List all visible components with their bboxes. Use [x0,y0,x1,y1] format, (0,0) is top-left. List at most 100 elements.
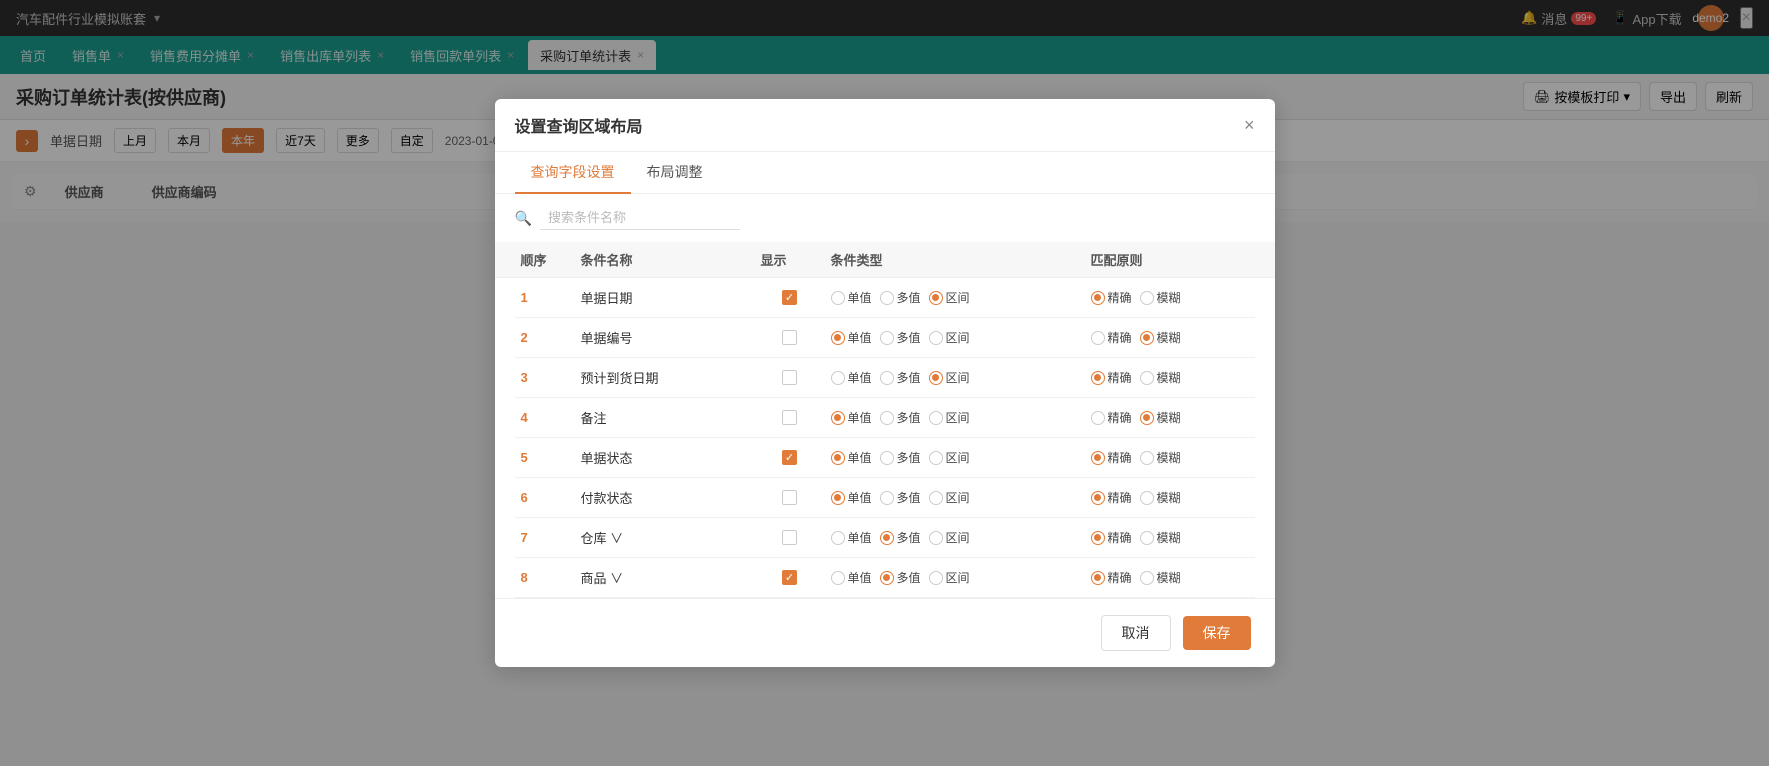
type-radio-item[interactable]: 区间 [929,569,970,586]
display-checkbox[interactable] [782,410,797,425]
match-radio-item[interactable]: 精确 [1091,369,1132,386]
match-radio-item[interactable]: 精确 [1091,329,1132,346]
radio-circle[interactable] [880,331,894,345]
radio-circle[interactable] [929,571,943,585]
radio-circle[interactable] [831,571,845,585]
match-radio-item[interactable]: 模糊 [1140,489,1181,506]
match-radio-item[interactable]: 精确 [1091,409,1132,426]
radio-circle[interactable] [1140,331,1154,345]
display-checkbox[interactable] [782,450,797,465]
radio-circle[interactable] [831,371,845,385]
display-checkbox[interactable] [782,570,797,585]
type-radio-item[interactable]: 多值 [880,329,921,346]
radio-circle[interactable] [929,451,943,465]
radio-label: 精确 [1108,489,1132,506]
match-radio-item[interactable]: 模糊 [1140,449,1181,466]
display-checkbox[interactable] [782,290,797,305]
radio-circle[interactable] [1091,291,1105,305]
radio-circle[interactable] [880,571,894,585]
dialog-close-button[interactable]: × [1244,115,1255,136]
match-radio-item[interactable]: 精确 [1091,449,1132,466]
type-radio-item[interactable]: 多值 [880,369,921,386]
type-radio-item[interactable]: 区间 [929,369,970,386]
type-radio-item[interactable]: 多值 [880,529,921,546]
radio-label: 区间 [946,409,970,426]
radio-label: 单值 [848,329,872,346]
dialog-tabs: 查询字段设置 布局调整 [495,152,1275,194]
radio-circle[interactable] [929,491,943,505]
type-radio-item[interactable]: 单值 [831,489,872,506]
radio-circle[interactable] [1091,491,1105,505]
save-button[interactable]: 保存 [1183,616,1251,650]
radio-circle[interactable] [1091,371,1105,385]
type-radio-item[interactable]: 区间 [929,289,970,306]
radio-circle[interactable] [1140,531,1154,545]
match-radio-item[interactable]: 模糊 [1140,369,1181,386]
type-radio-item[interactable]: 单值 [831,289,872,306]
type-radio-item[interactable]: 单值 [831,409,872,426]
radio-circle[interactable] [880,291,894,305]
radio-circle[interactable] [929,291,943,305]
type-radio-item[interactable]: 单值 [831,449,872,466]
row-order: 8 [515,566,575,589]
radio-circle[interactable] [1140,491,1154,505]
type-radio-item[interactable]: 多值 [880,289,921,306]
match-radio-item[interactable]: 模糊 [1140,289,1181,306]
type-radio-item[interactable]: 单值 [831,529,872,546]
match-radio-item[interactable]: 模糊 [1140,529,1181,546]
radio-circle[interactable] [929,371,943,385]
match-radio-item[interactable]: 精确 [1091,529,1132,546]
radio-circle[interactable] [880,491,894,505]
type-radio-item[interactable]: 多值 [880,409,921,426]
type-radio-item[interactable]: 区间 [929,489,970,506]
radio-circle[interactable] [831,291,845,305]
radio-circle[interactable] [1091,451,1105,465]
type-radio-item[interactable]: 区间 [929,529,970,546]
radio-circle[interactable] [880,531,894,545]
radio-circle[interactable] [880,411,894,425]
search-input[interactable] [540,206,740,230]
tab-query-fields[interactable]: 查询字段设置 [515,152,631,194]
radio-label: 单值 [848,489,872,506]
radio-circle[interactable] [831,411,845,425]
match-radio-item[interactable]: 模糊 [1140,409,1181,426]
match-radio-item[interactable]: 精确 [1091,569,1132,586]
display-checkbox[interactable] [782,330,797,345]
tab-layout-adjust[interactable]: 布局调整 [631,152,719,194]
radio-circle[interactable] [831,531,845,545]
radio-circle[interactable] [831,451,845,465]
display-checkbox[interactable] [782,530,797,545]
match-radio-item[interactable]: 精确 [1091,489,1132,506]
match-radio-item[interactable]: 模糊 [1140,569,1181,586]
radio-circle[interactable] [880,371,894,385]
type-radio-item[interactable]: 单值 [831,369,872,386]
radio-circle[interactable] [1140,451,1154,465]
radio-circle[interactable] [831,331,845,345]
type-radio-item[interactable]: 多值 [880,449,921,466]
radio-circle[interactable] [1140,291,1154,305]
radio-circle[interactable] [880,451,894,465]
type-radio-item[interactable]: 多值 [880,489,921,506]
radio-circle[interactable] [1091,571,1105,585]
match-radio-item[interactable]: 模糊 [1140,329,1181,346]
radio-circle[interactable] [1091,531,1105,545]
radio-circle[interactable] [1140,411,1154,425]
radio-circle[interactable] [929,331,943,345]
radio-circle[interactable] [831,491,845,505]
display-checkbox[interactable] [782,490,797,505]
type-radio-item[interactable]: 多值 [880,569,921,586]
cancel-button[interactable]: 取消 [1101,615,1171,651]
radio-circle[interactable] [1091,331,1105,345]
type-radio-item[interactable]: 区间 [929,449,970,466]
type-radio-item[interactable]: 单值 [831,569,872,586]
radio-circle[interactable] [929,531,943,545]
radio-circle[interactable] [1140,371,1154,385]
type-radio-item[interactable]: 区间 [929,329,970,346]
type-radio-item[interactable]: 区间 [929,409,970,426]
display-checkbox[interactable] [782,370,797,385]
radio-circle[interactable] [929,411,943,425]
match-radio-item[interactable]: 精确 [1091,289,1132,306]
radio-circle[interactable] [1091,411,1105,425]
radio-circle[interactable] [1140,571,1154,585]
type-radio-item[interactable]: 单值 [831,329,872,346]
